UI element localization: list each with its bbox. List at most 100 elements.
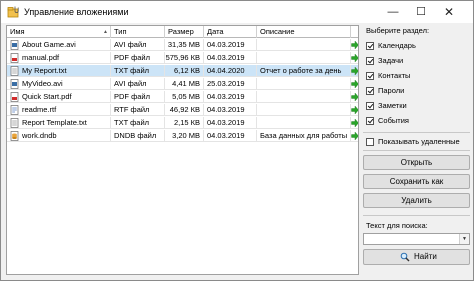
cell-description[interactable] [257,39,351,51]
go-arrow-icon[interactable] [351,117,359,129]
cell-name[interactable]: manual.pdf [7,52,111,64]
cell-size[interactable]: 46,92 КВ [165,104,204,116]
avi-file-icon [10,40,19,50]
section-checkbox-label: Заметки [378,101,407,110]
table-row[interactable]: readme.rtf RTF файл 46,92 КВ 04.03.2019 [7,104,358,116]
attachments-window: Управление вложениями — ☐ ✕ Имя ▲ Тип Ра… [0,0,474,281]
find-button-label: Найти [414,252,437,261]
column-header-size[interactable]: Размер [165,26,204,38]
cell-name[interactable]: readme.rtf [7,104,111,116]
close-button[interactable]: ✕ [435,1,463,23]
table-row[interactable]: My Report.txt TXT файл 6,12 КВ 04.04.2020 От… [7,65,358,77]
column-header-name-label: Имя [10,27,25,36]
cell-name[interactable]: MyVideo.avi [7,78,111,90]
cell-type[interactable]: PDF файл [111,91,165,103]
save-as-button[interactable]: Сохранить как [363,174,470,189]
cell-type[interactable]: AVI файл [111,78,165,90]
table-row[interactable]: Report Template.txt TXT файл 2,15 КВ 04.03.… [7,117,358,129]
cell-type[interactable]: AVI файл [111,39,165,51]
dropdown-arrow-icon[interactable]: ▼ [459,234,469,244]
cell-date[interactable]: 04.03.2019 [204,130,257,142]
column-header-date[interactable]: Дата [204,26,257,38]
checkbox-box[interactable] [366,42,374,50]
cell-name[interactable]: work.dndb [7,130,111,142]
delete-button[interactable]: Удалить [363,193,470,208]
section-label: Выберите раздел: [366,26,430,35]
table-row[interactable]: About Game.avi AVI файл 31,35 МВ 04.03.2019 [7,39,358,51]
go-arrow-icon[interactable] [351,104,359,116]
find-button[interactable]: Найти [363,249,470,265]
cell-type[interactable]: TXT файл [111,117,165,129]
cell-date[interactable]: 04.03.2019 [204,52,257,64]
cell-size[interactable]: 31,35 МВ [165,39,204,51]
cell-date[interactable]: 04.03.2019 [204,104,257,116]
cell-description[interactable] [257,117,351,129]
checkbox-box[interactable] [366,57,374,65]
search-label: Текст для поиска: [366,221,428,230]
cell-description[interactable] [257,91,351,103]
cell-description[interactable] [257,104,351,116]
table-row[interactable]: MyVideo.avi AVI файл 4,41 МВ 25.03.2019 [7,78,358,90]
cell-size[interactable]: 5,05 МВ [165,91,204,103]
checkbox-box[interactable] [366,87,374,95]
pdf-file-icon [10,53,19,63]
section-checkbox-label: Пароли [378,86,405,95]
cell-size[interactable]: 6,12 КВ [165,65,204,77]
go-arrow-icon[interactable] [351,52,359,64]
table-row[interactable]: work.dndb DNDB файл 3,20 МВ 04.03.2019 База … [7,130,358,142]
cell-description[interactable]: База данных для работы [257,130,351,142]
cell-date[interactable]: 04.03.2019 [204,117,257,129]
divider [363,215,470,216]
section-checkbox-label: Календарь [378,41,416,50]
divider [363,150,470,151]
column-header-type[interactable]: Тип [111,26,165,38]
cell-size[interactable]: 4,41 МВ [165,78,204,90]
cell-size[interactable]: 2,15 КВ [165,117,204,129]
checkbox-box[interactable] [366,102,374,110]
file-name: work.dndb [22,131,57,140]
cell-type[interactable]: DNDB файл [111,130,165,142]
cell-description[interactable] [257,52,351,64]
go-arrow-icon[interactable] [351,91,359,103]
maximize-button[interactable]: ☐ [407,1,435,23]
magnifier-icon [400,252,410,262]
column-header-go [351,26,358,38]
go-arrow-icon[interactable] [351,39,359,51]
file-name: My Report.txt [22,66,67,75]
cell-name[interactable]: My Report.txt [7,65,111,77]
cell-name[interactable]: Report Template.txt [7,117,111,129]
checkbox-box[interactable] [366,117,374,125]
cell-type[interactable]: PDF файл [111,52,165,64]
cell-description[interactable]: Отчет о работе за день [257,65,351,77]
cell-type[interactable]: TXT файл [111,65,165,77]
section-checkbox-label: Задачи [378,56,404,65]
go-arrow-icon[interactable] [351,130,359,142]
divider [363,132,470,133]
go-arrow-icon[interactable] [351,78,359,90]
show-deleted-box[interactable] [366,138,374,146]
checkbox-box[interactable] [366,72,374,80]
cell-date[interactable]: 04.03.2019 [204,91,257,103]
cell-date[interactable]: 25.03.2019 [204,78,257,90]
attachments-table: Имя ▲ Тип Размер Дата Описание About Gam… [6,25,359,275]
table-row[interactable]: Quick Start.pdf PDF файл 5,05 МВ 04.03.2019 [7,91,358,103]
cell-name[interactable]: About Game.avi [7,39,111,51]
txt-file-icon [10,118,19,128]
cell-date[interactable]: 04.04.2020 [204,65,257,77]
table-row[interactable]: manual.pdf PDF файл 575,96 КВ 04.03.2019 [7,52,358,64]
right-panel: Выберите раздел: Календарь Задачи Контакты… [363,25,472,275]
go-arrow-icon[interactable] [351,65,359,77]
cell-type[interactable]: RTF файл [111,104,165,116]
table-header: Имя ▲ Тип Размер Дата Описание [7,26,358,38]
cell-size[interactable]: 575,96 КВ [165,52,204,64]
cell-date[interactable]: 04.03.2019 [204,39,257,51]
file-name: readme.rtf [22,105,57,114]
cell-description[interactable] [257,78,351,90]
minimize-button[interactable]: — [379,1,407,23]
cell-size[interactable]: 3,20 МВ [165,130,204,142]
cell-name[interactable]: Quick Start.pdf [7,91,111,103]
column-header-name[interactable]: Имя ▲ [7,26,111,38]
column-header-description[interactable]: Описание [257,26,351,38]
open-button[interactable]: Открыть [363,155,470,170]
search-input[interactable]: ▼ [363,233,470,245]
